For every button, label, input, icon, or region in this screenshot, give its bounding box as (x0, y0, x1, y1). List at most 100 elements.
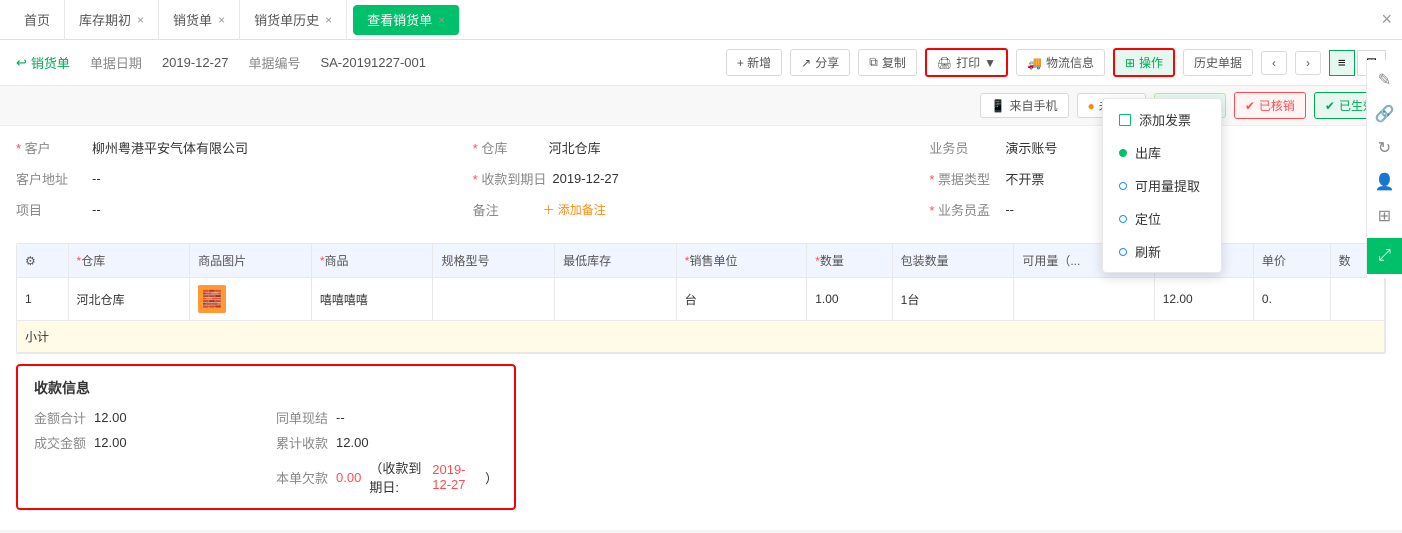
list-view-button[interactable]: ≡ (1329, 50, 1355, 76)
product-img-icon: 🧱 (202, 289, 222, 309)
operations-button[interactable]: ⊞ 操作 (1113, 48, 1175, 77)
col-image: 商品图片 (190, 244, 312, 278)
copy-icon: ⧉ (869, 55, 878, 70)
share-button[interactable]: ↗ 分享 (790, 49, 850, 76)
same-order-value: -- (336, 410, 345, 425)
payment-grid: 金额合计 12.00 同单现结 -- 成交金额 12.00 累计收款 12.00… (34, 408, 498, 496)
row-product: 嘻嘻嘻嘻 (311, 278, 433, 321)
outline-dot-icon-3 (1119, 248, 1127, 256)
row-price: 0. (1253, 278, 1330, 321)
table-row: 1 河北仓库 🧱 嘻嘻嘻嘻 台 1.00 1台 (17, 278, 1385, 321)
subtotal-row: 小计 (17, 321, 1385, 353)
effect-icon: ✔ (1325, 99, 1335, 113)
table-sidebar-icon[interactable]: ⊞ (1369, 200, 1401, 232)
project-value: -- (92, 202, 101, 217)
from-phone-button[interactable]: 📱 来自手机 (980, 93, 1069, 118)
note-label: 备注 (473, 200, 543, 219)
amount-row: 金额合计 12.00 (34, 408, 256, 427)
staff2-value: -- (1005, 202, 1014, 217)
amount-label: 金额合计 (34, 408, 86, 427)
close-icon[interactable]: × (325, 13, 332, 27)
tab-inventory[interactable]: 库存期初 × (65, 0, 159, 40)
doc-header: ↩ 销货单 单据日期 2019-12-27 单据编号 SA-20191227-0… (0, 40, 1402, 86)
close-icon[interactable]: × (137, 13, 144, 27)
same-order-row: 同单现结 -- (276, 408, 498, 427)
window-close-button[interactable]: × (1381, 9, 1392, 30)
locate-item[interactable]: 定位 (1103, 202, 1221, 235)
row-stock: 12.00 (1154, 278, 1253, 321)
link-icon[interactable]: 🔗 (1369, 98, 1401, 130)
project-label: 项目 (16, 200, 86, 219)
row-unit: 台 (676, 278, 806, 321)
customer-value: 柳州粤港平安气体有限公司 (92, 138, 248, 157)
edit-icon[interactable]: ✎ (1369, 64, 1401, 96)
next-button[interactable]: › (1295, 51, 1321, 75)
checkbox-icon (1119, 114, 1131, 126)
row-amount (1330, 278, 1384, 321)
doc-actions: + 新增 ↗ 分享 ⧉ 复制 🖨 打印 ▼ 🚚 物流信息 ⊞ 操作 (726, 48, 1386, 77)
history-button[interactable]: 历史单据 (1183, 49, 1253, 76)
customer-field: 客户 柳州粤港平安气体有限公司 (16, 138, 473, 157)
col-settings: ⚙ (17, 244, 68, 278)
payment-section: 收款信息 金额合计 12.00 同单现结 -- 成交金额 12.00 累计收款 … (16, 364, 516, 510)
logistics-button[interactable]: 🚚 物流信息 (1016, 49, 1105, 76)
owed-label: 本单欠款 (276, 468, 328, 487)
operations-dropdown: 添加发票 出库 可用量提取 定位 刷新 (1102, 98, 1222, 273)
row-pack-qty: 1台 (892, 278, 1014, 321)
doc-type-badge: ↩ 销货单 (16, 53, 70, 72)
outline-dot-icon-2 (1119, 215, 1127, 223)
product-image: 🧱 (198, 285, 226, 313)
refresh-sidebar-icon[interactable]: ↻ (1369, 132, 1401, 164)
col-product: *商品 (311, 244, 433, 278)
owed-date: 2019-12-27 (432, 462, 477, 492)
payment-date-label: 收款到期日 (473, 169, 547, 188)
amount-value: 12.00 (94, 410, 127, 425)
copy-button[interactable]: ⧉ 复制 (858, 49, 917, 76)
outline-dot-icon (1119, 182, 1127, 190)
add-note-button[interactable]: ＋ 添加备注 (543, 201, 606, 218)
row-image: 🧱 (190, 278, 312, 321)
available-qty-item[interactable]: 可用量提取 (1103, 169, 1221, 202)
col-min-stock: 最低库存 (555, 244, 677, 278)
tab-sale[interactable]: 销货单 × (159, 0, 240, 40)
cancel-icon: ✔ (1245, 99, 1255, 113)
share-icon: ↗ (801, 56, 811, 70)
ticket-value: 不开票 (1005, 169, 1044, 188)
print-button[interactable]: 🖨 打印 ▼ (925, 48, 1008, 77)
col-price: 单价 (1253, 244, 1330, 278)
settings-icon[interactable]: ⚙ (25, 254, 36, 268)
doc-meta: 单据日期 2019-12-27 单据编号 SA-20191227-001 (90, 53, 726, 72)
row-quantity: 1.00 (807, 278, 892, 321)
add-invoice-item[interactable]: 添加发票 (1103, 103, 1221, 136)
tab-home[interactable]: 首页 (10, 0, 65, 40)
same-order-label: 同单现结 (276, 408, 328, 427)
col-warehouse: *仓库 (68, 244, 190, 278)
user-icon[interactable]: 👤 (1369, 166, 1401, 198)
outbound-item[interactable]: 出库 (1103, 136, 1221, 169)
cumulative-value: 12.00 (336, 435, 369, 450)
print-icon: 🖨 (937, 56, 952, 70)
cancel-badge[interactable]: ✔ 已核销 (1234, 92, 1306, 119)
tab-sale-history[interactable]: 销货单历史 × (240, 0, 347, 40)
row-spec (433, 278, 555, 321)
col-unit: *销售单位 (676, 244, 806, 278)
truck-icon: 🚚 (1027, 56, 1042, 70)
address-value: -- (92, 171, 101, 186)
payment-title: 收款信息 (34, 378, 498, 398)
warehouse-field: 仓库 河北仓库 (473, 138, 930, 157)
payment-date-field: 收款到期日 2019-12-27 (473, 169, 930, 188)
prev-button[interactable]: ‹ (1261, 51, 1287, 75)
new-button[interactable]: + 新增 (726, 49, 782, 76)
sale-order-icon: ↩ (16, 55, 27, 71)
row-index: 1 (17, 278, 68, 321)
staff2-label: 业务员孟 (929, 200, 999, 219)
close-icon[interactable]: × (438, 13, 445, 27)
tab-view-sale[interactable]: 查看销货单 × (353, 5, 460, 35)
col-spec: 规格型号 (433, 244, 555, 278)
customer-label: 客户 (16, 138, 86, 157)
expand-icon[interactable]: ⤢ (1367, 238, 1402, 274)
teal-dot-icon (1119, 149, 1127, 157)
refresh-item[interactable]: 刷新 (1103, 235, 1221, 268)
close-icon[interactable]: × (218, 13, 225, 27)
row-warehouse: 河北仓库 (68, 278, 190, 321)
